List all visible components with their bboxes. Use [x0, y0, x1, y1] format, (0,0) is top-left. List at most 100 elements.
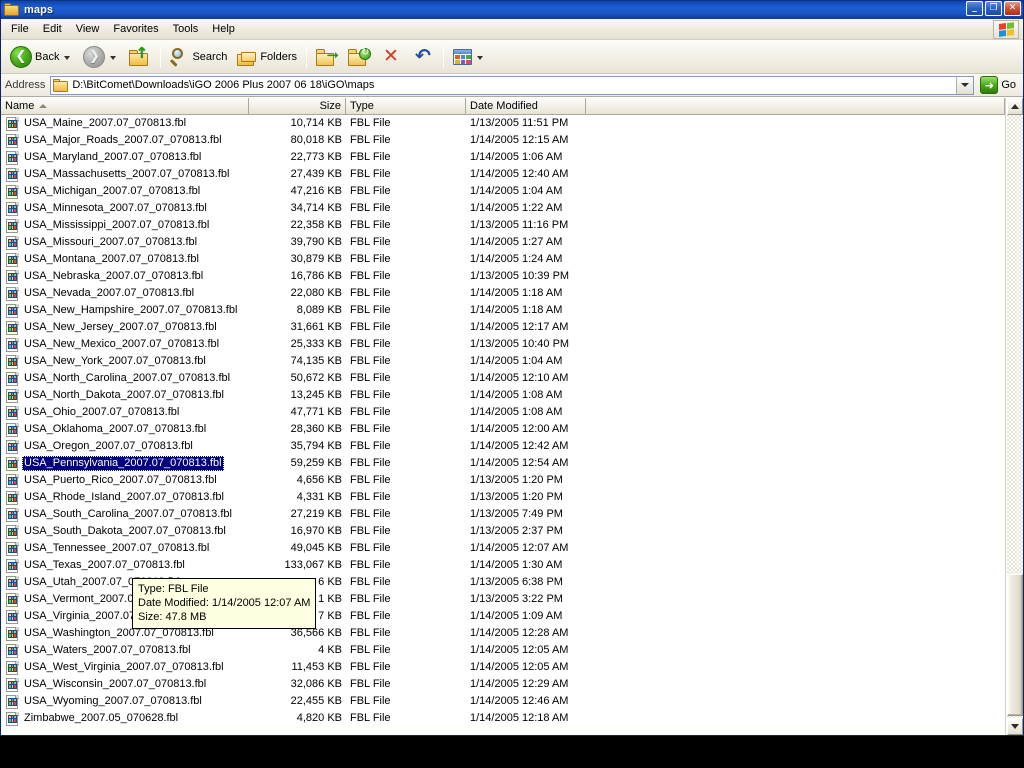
- scroll-up-button[interactable]: [1007, 98, 1023, 115]
- up-button[interactable]: ↑: [124, 43, 156, 71]
- file-name: Zimbabwe_2007.05_070628.fbl: [24, 712, 179, 724]
- cell-size: 4,331 KB: [296, 491, 342, 503]
- search-button[interactable]: Search: [165, 43, 232, 71]
- table-row[interactable]: USA_Waters_2007.07_070813.fbl 4 KB FBL Fil…: [1, 642, 1005, 659]
- menu-view[interactable]: View: [69, 21, 107, 38]
- file-info-tooltip: Type: FBL File Date Modified: 1/14/2005 …: [132, 578, 317, 629]
- scrollbar-track[interactable]: [1007, 115, 1023, 718]
- cell-name: USA_South_Carolina_2007.07_070813.fbl: [1, 507, 249, 522]
- views-button[interactable]: [448, 43, 491, 71]
- cell-date: 1/13/2005 3:22 PM: [470, 593, 563, 605]
- table-row[interactable]: USA_West_Virginia_2007.07_070813.fbl 11,4…: [1, 659, 1005, 676]
- table-row[interactable]: USA_Puerto_Rico_2007.07_070813.fbl 4,656 …: [1, 472, 1005, 489]
- scrollbar-thumb[interactable]: [1007, 574, 1023, 716]
- cell-name: USA_Michigan_2007.07_070813.fbl: [1, 184, 249, 199]
- address-label: Address: [5, 79, 46, 91]
- menu-favorites[interactable]: Favorites: [106, 21, 165, 38]
- minimize-button[interactable]: _: [966, 1, 983, 16]
- vertical-scrollbar[interactable]: [1006, 98, 1023, 735]
- forward-history-chevron-down-icon[interactable]: [110, 55, 117, 60]
- table-row[interactable]: USA_Minnesota_2007.07_070813.fbl 34,714 K…: [1, 200, 1005, 217]
- table-row[interactable]: USA_Texas_2007.07_070813.fbl 133,067 KB FB…: [1, 557, 1005, 574]
- file-name: USA_Maine_2007.07_070813.fbl: [24, 117, 187, 129]
- table-row[interactable]: USA_Pennsylvania_2007.07_070813.fbl 59,25…: [1, 455, 1005, 472]
- cell-date: 1/14/2005 12:00 AM: [470, 423, 569, 435]
- table-row[interactable]: USA_North_Carolina_2007.07_070813.fbl 50,…: [1, 370, 1005, 387]
- file-name: USA_Minnesota_2007.07_070813.fbl: [24, 202, 207, 214]
- address-input[interactable]: D:\BitComet\Downloads\iGO 2006 Plus 2007…: [50, 75, 975, 95]
- title-bar: maps _ ❐ ✕: [1, 0, 1023, 19]
- cell-date: 1/14/2005 1:18 AM: [470, 287, 563, 299]
- menu-file[interactable]: File: [4, 21, 36, 38]
- copy-to-folder-icon: [348, 47, 372, 67]
- menu-help[interactable]: Help: [205, 21, 242, 38]
- toolbar-separator-2: [306, 45, 308, 68]
- table-row[interactable]: USA_New_Hampshire_2007.07_070813.fbl 8,08…: [1, 302, 1005, 319]
- table-row[interactable]: USA_North_Dakota_2007.07_070813.fbl 13,24…: [1, 387, 1005, 404]
- cell-type: FBL File: [350, 593, 391, 605]
- fbl-file-icon: [6, 473, 19, 488]
- table-row[interactable]: USA_Ohio_2007.07_070813.fbl 47,771 KB FBL …: [1, 404, 1005, 421]
- cell-type: FBL File: [350, 491, 391, 503]
- views-chevron-down-icon[interactable]: [477, 55, 484, 60]
- address-chevron-down-icon[interactable]: [956, 76, 974, 94]
- copy-to-button[interactable]: [343, 43, 375, 71]
- menu-edit[interactable]: Edit: [36, 21, 69, 38]
- column-header-type[interactable]: Type: [346, 98, 466, 114]
- table-row[interactable]: USA_Major_Roads_2007.07_070813.fbl 80,018…: [1, 132, 1005, 149]
- cell-name: USA_New_York_2007.07_070813.fbl: [1, 354, 249, 369]
- table-row[interactable]: USA_Michigan_2007.07_070813.fbl 47,216 KB…: [1, 183, 1005, 200]
- undo-button[interactable]: ↶: [407, 43, 439, 71]
- back-button[interactable]: ❮ Back: [5, 43, 78, 71]
- table-row[interactable]: USA_Oregon_2007.07_070813.fbl 35,794 KB FB…: [1, 438, 1005, 455]
- file-name: USA_Rhode_Island_2007.07_070813.fbl: [24, 491, 224, 503]
- address-bar: Address D:\BitComet\Downloads\iGO 2006 P…: [1, 74, 1023, 97]
- move-to-button[interactable]: ➞: [311, 43, 343, 71]
- toolbar-separator-3: [443, 45, 445, 68]
- sort-ascending-icon: [39, 104, 48, 108]
- scroll-down-button[interactable]: [1007, 718, 1023, 735]
- table-row[interactable]: USA_Wyoming_2007.07_070813.fbl 22,455 KB F…: [1, 693, 1005, 710]
- table-row[interactable]: USA_Mississippi_2007.07_070813.fbl 22,358…: [1, 217, 1005, 234]
- table-row[interactable]: USA_South_Dakota_2007.07_070813.fbl 16,97…: [1, 523, 1005, 540]
- table-row[interactable]: USA_Missouri_2007.07_070813.fbl 39,790 KB…: [1, 234, 1005, 251]
- restore-button[interactable]: ❐: [985, 1, 1002, 16]
- restore-icon: ❐: [989, 3, 998, 13]
- table-row[interactable]: USA_Montana_2007.07_070813.fbl 30,879 KB F…: [1, 251, 1005, 268]
- column-header-name[interactable]: Name: [1, 98, 249, 114]
- forward-button[interactable]: ❯: [78, 43, 124, 71]
- menu-tools[interactable]: Tools: [166, 21, 206, 38]
- table-row[interactable]: USA_Maryland_2007.07_070813.fbl 22,773 KB…: [1, 149, 1005, 166]
- table-row[interactable]: USA_New_York_2007.07_070813.fbl 74,135 KB…: [1, 353, 1005, 370]
- cell-date: 1/14/2005 1:30 AM: [470, 559, 563, 571]
- back-history-chevron-down-icon[interactable]: [64, 55, 71, 60]
- table-row[interactable]: USA_Maine_2007.07_070813.fbl 10,714 KB FBL…: [1, 115, 1005, 132]
- fbl-file-icon: [6, 354, 19, 369]
- table-row[interactable]: USA_Massachusetts_2007.07_070813.fbl 27,4…: [1, 166, 1005, 183]
- column-header-type-label: Type: [350, 99, 374, 112]
- column-header-date[interactable]: Date Modified: [466, 98, 586, 114]
- delete-button[interactable]: ✕: [375, 43, 407, 71]
- fbl-file-icon: [6, 575, 19, 590]
- table-row[interactable]: USA_Nebraska_2007.07_070813.fbl 16,786 KB…: [1, 268, 1005, 285]
- table-row[interactable]: USA_Nevada_2007.07_070813.fbl 22,080 KB FB…: [1, 285, 1005, 302]
- window-title: maps: [24, 3, 54, 16]
- table-row[interactable]: USA_Tennessee_2007.07_070813.fbl 49,045 K…: [1, 540, 1005, 557]
- table-row[interactable]: USA_New_Jersey_2007.07_070813.fbl 31,661 …: [1, 319, 1005, 336]
- table-row[interactable]: Zimbabwe_2007.05_070628.fbl 4,820 KB FBL F…: [1, 710, 1005, 727]
- table-row[interactable]: USA_Oklahoma_2007.07_070813.fbl 28,360 KB…: [1, 421, 1005, 438]
- fbl-file-icon: [6, 422, 19, 437]
- table-row[interactable]: USA_Wisconsin_2007.07_070813.fbl 32,086 K…: [1, 676, 1005, 693]
- cell-size: 32,086 KB: [290, 678, 342, 690]
- table-row[interactable]: USA_New_Mexico_2007.07_070813.fbl 25,333 …: [1, 336, 1005, 353]
- table-row[interactable]: USA_South_Carolina_2007.07_070813.fbl 27,…: [1, 506, 1005, 523]
- column-header-size[interactable]: Size: [249, 98, 346, 114]
- table-row[interactable]: USA_Rhode_Island_2007.07_070813.fbl 4,331…: [1, 489, 1005, 506]
- go-button[interactable]: ➜ Go: [977, 75, 1021, 95]
- cell-size: 59,259 KB: [290, 457, 342, 469]
- folders-button[interactable]: Folders: [232, 43, 302, 71]
- close-button[interactable]: ✕: [1004, 1, 1021, 16]
- delete-icon: ✕: [383, 45, 399, 67]
- column-header-filler: [586, 98, 1005, 114]
- cell-date: 1/14/2005 1:22 AM: [470, 202, 563, 214]
